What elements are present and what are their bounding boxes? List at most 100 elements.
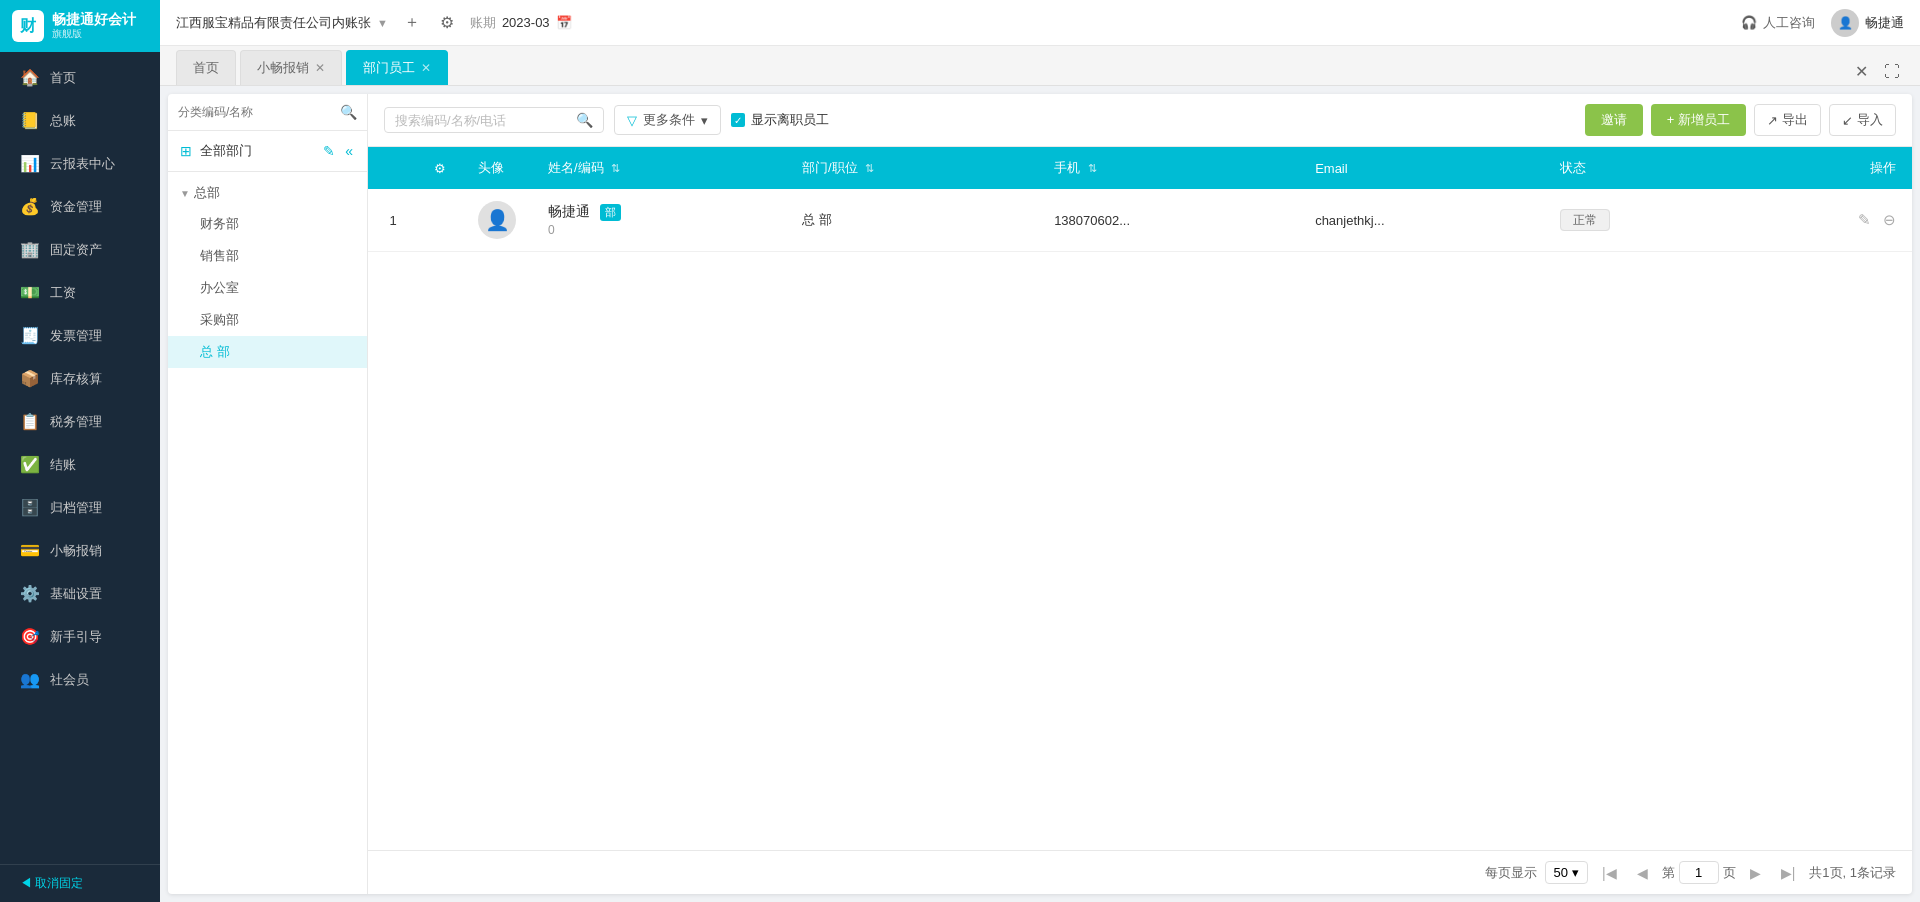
user-profile[interactable]: 👤 畅捷通 [1831,9,1904,37]
sidebar-item-guide[interactable]: 🎯 新手引导 [0,615,160,658]
add-employee-button[interactable]: + 新增员工 [1651,104,1746,136]
assets-icon: 🏢 [20,240,40,259]
period-label: 账期 [470,14,496,32]
first-page-button[interactable]: |◀ [1596,863,1623,883]
dept-search-icon[interactable]: 🔍 [340,104,357,120]
col-email: Email [1299,147,1544,189]
prev-page-button[interactable]: ◀ [1631,863,1654,883]
dept-head-badge: 部 [600,204,621,221]
page-size-select[interactable]: 50 ▾ [1545,861,1588,884]
sidebar-item-inventory[interactable]: 📦 库存核算 [0,357,160,400]
tab-expense[interactable]: 小畅报销 ✕ [240,50,342,85]
filter-button[interactable]: ▽ 更多条件 ▾ [614,105,721,135]
calendar-icon[interactable]: 📅 [556,15,572,30]
import-icon: ↙ [1842,113,1853,128]
dept-item-label: 财务部 [200,216,239,231]
sidebar-nav: 🏠 首页 📒 总账 📊 云报表中心 💰 资金管理 🏢 固定资产 💵 工资 🧾 发… [0,52,160,864]
unpin-label: ◀ 取消固定 [20,875,83,892]
show-resigned-checkbox[interactable] [731,113,745,127]
next-page-button[interactable]: ▶ [1744,863,1767,883]
sidebar-item-salary[interactable]: 💵 工资 [0,271,160,314]
dept-header: ⊞ 全部部门 ✎ « [168,131,367,172]
sidebar-item-ledger[interactable]: 📒 总账 [0,99,160,142]
logout-button[interactable]: ⊖ [1883,211,1896,229]
all-dept-label: 全部部门 [200,142,252,160]
sidebar-item-home[interactable]: 🏠 首页 [0,56,160,99]
col-name[interactable]: 姓名/编码 ⇅ [532,147,786,189]
sort-icon: ⇅ [611,162,620,174]
sort-icon: ⇅ [1088,162,1097,174]
company-dropdown-icon: ▼ [377,17,388,29]
sidebar-item-expense[interactable]: 💳 小畅报销 [0,529,160,572]
app-logo[interactable]: 财 畅捷通好会计 旗舰版 [0,0,160,52]
edit-button[interactable]: ✎ [1858,211,1871,229]
search-icon[interactable]: 🔍 [576,112,593,128]
dropdown-icon: ▾ [1572,865,1579,880]
main-content: 江西服宝精品有限责任公司内账张 ▼ ＋ ⚙ 账期 2023-03 📅 🎧 人工咨… [160,0,1920,902]
sidebar-item-close[interactable]: ✅ 结账 [0,443,160,486]
row-phone: 138070602... [1038,189,1299,252]
sidebar-item-label: 小畅报销 [50,542,102,560]
page-size-value: 50 [1554,865,1568,880]
dept-edit-button[interactable]: ✎ [321,141,337,161]
col-settings[interactable]: ⚙ [418,147,462,189]
sidebar-item-assets[interactable]: 🏢 固定资产 [0,228,160,271]
headset-icon: 🎧 [1741,15,1757,30]
sidebar-item-archive[interactable]: 🗄️ 归档管理 [0,486,160,529]
tab-actions: ✕ ⛶ [1851,58,1904,85]
dept-group-header[interactable]: ▼ 总部 [168,178,367,208]
dept-item-label: 总 部 [200,344,230,359]
page-number-input[interactable] [1679,861,1719,884]
dept-search-input[interactable] [178,105,334,119]
company-selector[interactable]: 江西服宝精品有限责任公司内账张 ▼ [176,14,388,32]
dept-item-purchase[interactable]: 采购部 [168,304,367,336]
employee-search-input[interactable] [395,113,570,128]
dept-item-office[interactable]: 办公室 [168,272,367,304]
page-size-label: 每页显示 [1485,864,1537,882]
unpin-button[interactable]: ◀ 取消固定 [0,864,160,902]
avatar: 👤 [1831,9,1859,37]
tab-home[interactable]: 首页 [176,50,236,85]
sidebar-item-settings[interactable]: ⚙️ 基础设置 [0,572,160,615]
row-email: chanjethkj... [1299,189,1544,252]
tab-close-icon[interactable]: ✕ [315,61,325,75]
import-button[interactable]: ↙ 导入 [1829,104,1896,136]
service-button[interactable]: 🎧 人工咨询 [1741,14,1815,32]
sidebar-item-label: 基础设置 [50,585,102,603]
col-dept[interactable]: 部门/职位 ⇅ [786,147,1038,189]
sidebar-item-label: 税务管理 [50,413,102,431]
dept-header-actions: ✎ « [321,141,355,161]
tab-close-window-button[interactable]: ✕ [1851,58,1872,85]
dept-item-label: 采购部 [200,312,239,327]
last-page-button[interactable]: ▶| [1775,863,1802,883]
sidebar-item-invoice[interactable]: 🧾 发票管理 [0,314,160,357]
sidebar-item-funds[interactable]: 💰 资金管理 [0,185,160,228]
sidebar-item-social[interactable]: 👥 社会员 [0,658,160,701]
toolbar: 🔍 ▽ 更多条件 ▾ 显示离职员工 邀请 + 新增员工 [368,94,1912,147]
export-button[interactable]: ↗ 导出 [1754,104,1821,136]
tab-maximize-button[interactable]: ⛶ [1880,59,1904,85]
add-company-button[interactable]: ＋ [400,8,424,37]
page-content: 🔍 ⊞ 全部部门 ✎ « ▼ 总部 [168,94,1912,894]
period-selector[interactable]: 账期 2023-03 📅 [470,14,572,32]
dept-item-sales[interactable]: 销售部 [168,240,367,272]
sidebar-item-label: 归档管理 [50,499,102,517]
invite-button[interactable]: 邀请 [1585,104,1643,136]
col-phone[interactable]: 手机 ⇅ [1038,147,1299,189]
dept-item-hq[interactable]: 总 部 [168,336,367,368]
company-settings-button[interactable]: ⚙ [436,9,458,36]
all-dept-label-group[interactable]: ⊞ 全部部门 [180,142,252,160]
tab-close-icon[interactable]: ✕ [421,61,431,75]
row-settings [418,189,462,252]
row-name-code: 畅捷通 部 0 [532,189,786,252]
employee-name: 畅捷通 [548,203,590,221]
dept-collapse-button[interactable]: « [343,141,355,161]
sidebar: 财 畅捷通好会计 旗舰版 🏠 首页 📒 总账 📊 云报表中心 💰 资金管理 🏢 … [0,0,160,902]
archive-icon: 🗄️ [20,498,40,517]
dept-item-finance[interactable]: 财务部 [168,208,367,240]
sidebar-item-tax[interactable]: 📋 税务管理 [0,400,160,443]
sidebar-item-reports[interactable]: 📊 云报表中心 [0,142,160,185]
row-avatar: 👤 [462,189,532,252]
avatar: 👤 [478,201,516,239]
tab-employees[interactable]: 部门员工 ✕ [346,50,448,85]
